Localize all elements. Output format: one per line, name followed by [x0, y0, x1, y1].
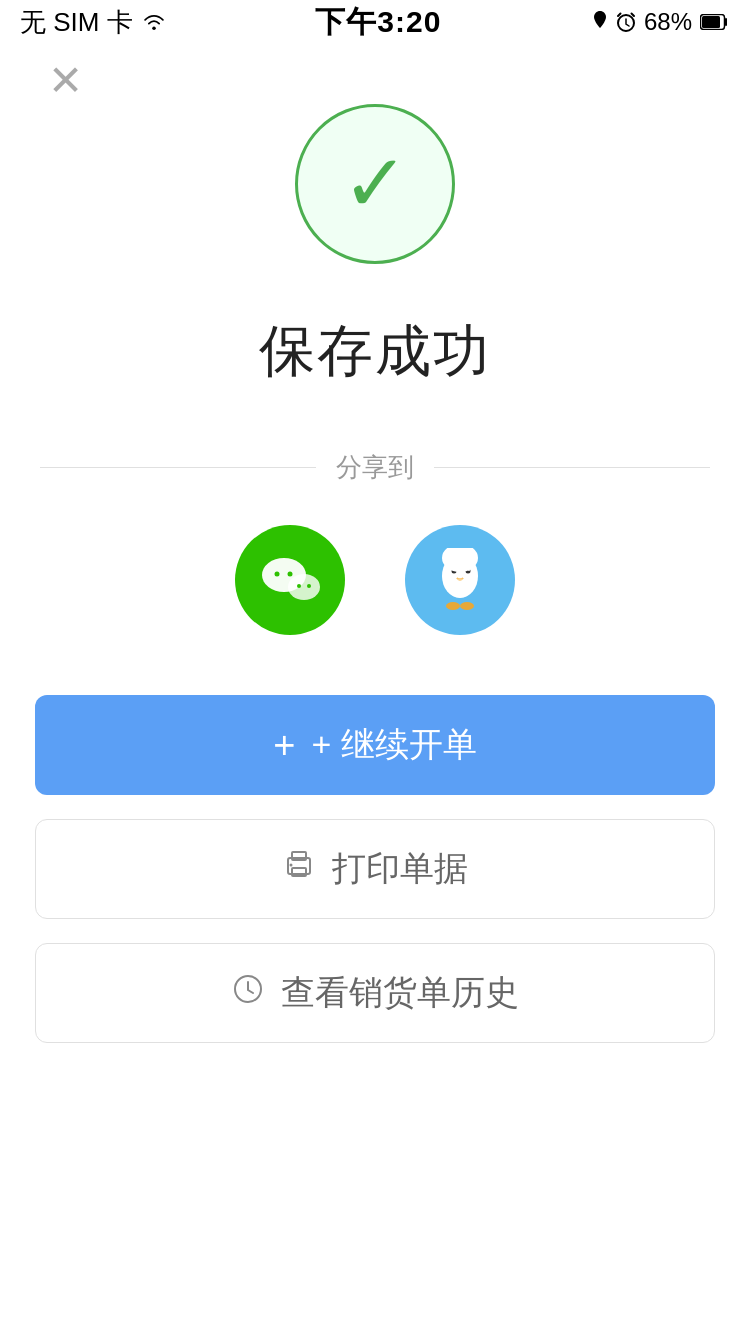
share-divider: 分享到: [0, 450, 750, 485]
battery-icon: [700, 14, 730, 30]
location-icon: [592, 11, 608, 33]
wechat-share-button[interactable]: [235, 525, 345, 635]
no-sim-text: 无 SIM 卡: [20, 5, 133, 40]
print-icon: [282, 848, 316, 890]
qq-share-button[interactable]: [405, 525, 515, 635]
status-time: 下午3:20: [315, 2, 441, 43]
print-button[interactable]: 打印单据: [35, 819, 715, 919]
success-title: 保存成功: [259, 314, 491, 390]
print-label: 打印单据: [332, 846, 468, 892]
wechat-logo: [258, 553, 323, 608]
svg-point-5: [287, 571, 292, 576]
main-content: ✓ 保存成功 分享到: [0, 44, 750, 1043]
svg-point-18: [446, 602, 460, 610]
svg-point-8: [307, 584, 311, 588]
status-right: 68%: [592, 8, 730, 36]
alarm-icon: [616, 11, 636, 33]
share-label: 分享到: [316, 450, 434, 485]
status-left: 无 SIM 卡: [20, 5, 165, 40]
share-section: 分享到: [0, 450, 750, 635]
continue-order-button[interactable]: + + 继续开单: [35, 695, 715, 795]
buttons-section: + + 继续开单 打印单据 查看销货单历: [35, 695, 715, 1043]
svg-rect-2: [702, 16, 720, 28]
continue-label: + 继续开单: [311, 722, 476, 768]
status-bar: 无 SIM 卡 下午3:20 68%: [0, 0, 750, 44]
svg-point-7: [297, 584, 301, 588]
history-label: 查看销货单历史: [281, 970, 519, 1016]
qq-logo: [430, 548, 490, 613]
share-icons: [235, 525, 515, 635]
continue-icon: +: [273, 724, 295, 767]
svg-point-16: [448, 578, 472, 598]
svg-point-23: [290, 864, 293, 867]
checkmark-icon: ✓: [342, 144, 409, 224]
svg-point-19: [460, 602, 474, 610]
close-button[interactable]: ✕: [40, 56, 90, 106]
svg-point-4: [274, 571, 279, 576]
history-button[interactable]: 查看销货单历史: [35, 943, 715, 1043]
success-indicator: ✓: [295, 104, 455, 264]
battery-percentage: 68%: [644, 8, 692, 36]
svg-point-6: [288, 574, 320, 600]
close-icon: ✕: [48, 60, 83, 102]
wifi-icon: [143, 14, 165, 30]
history-icon: [231, 972, 265, 1014]
